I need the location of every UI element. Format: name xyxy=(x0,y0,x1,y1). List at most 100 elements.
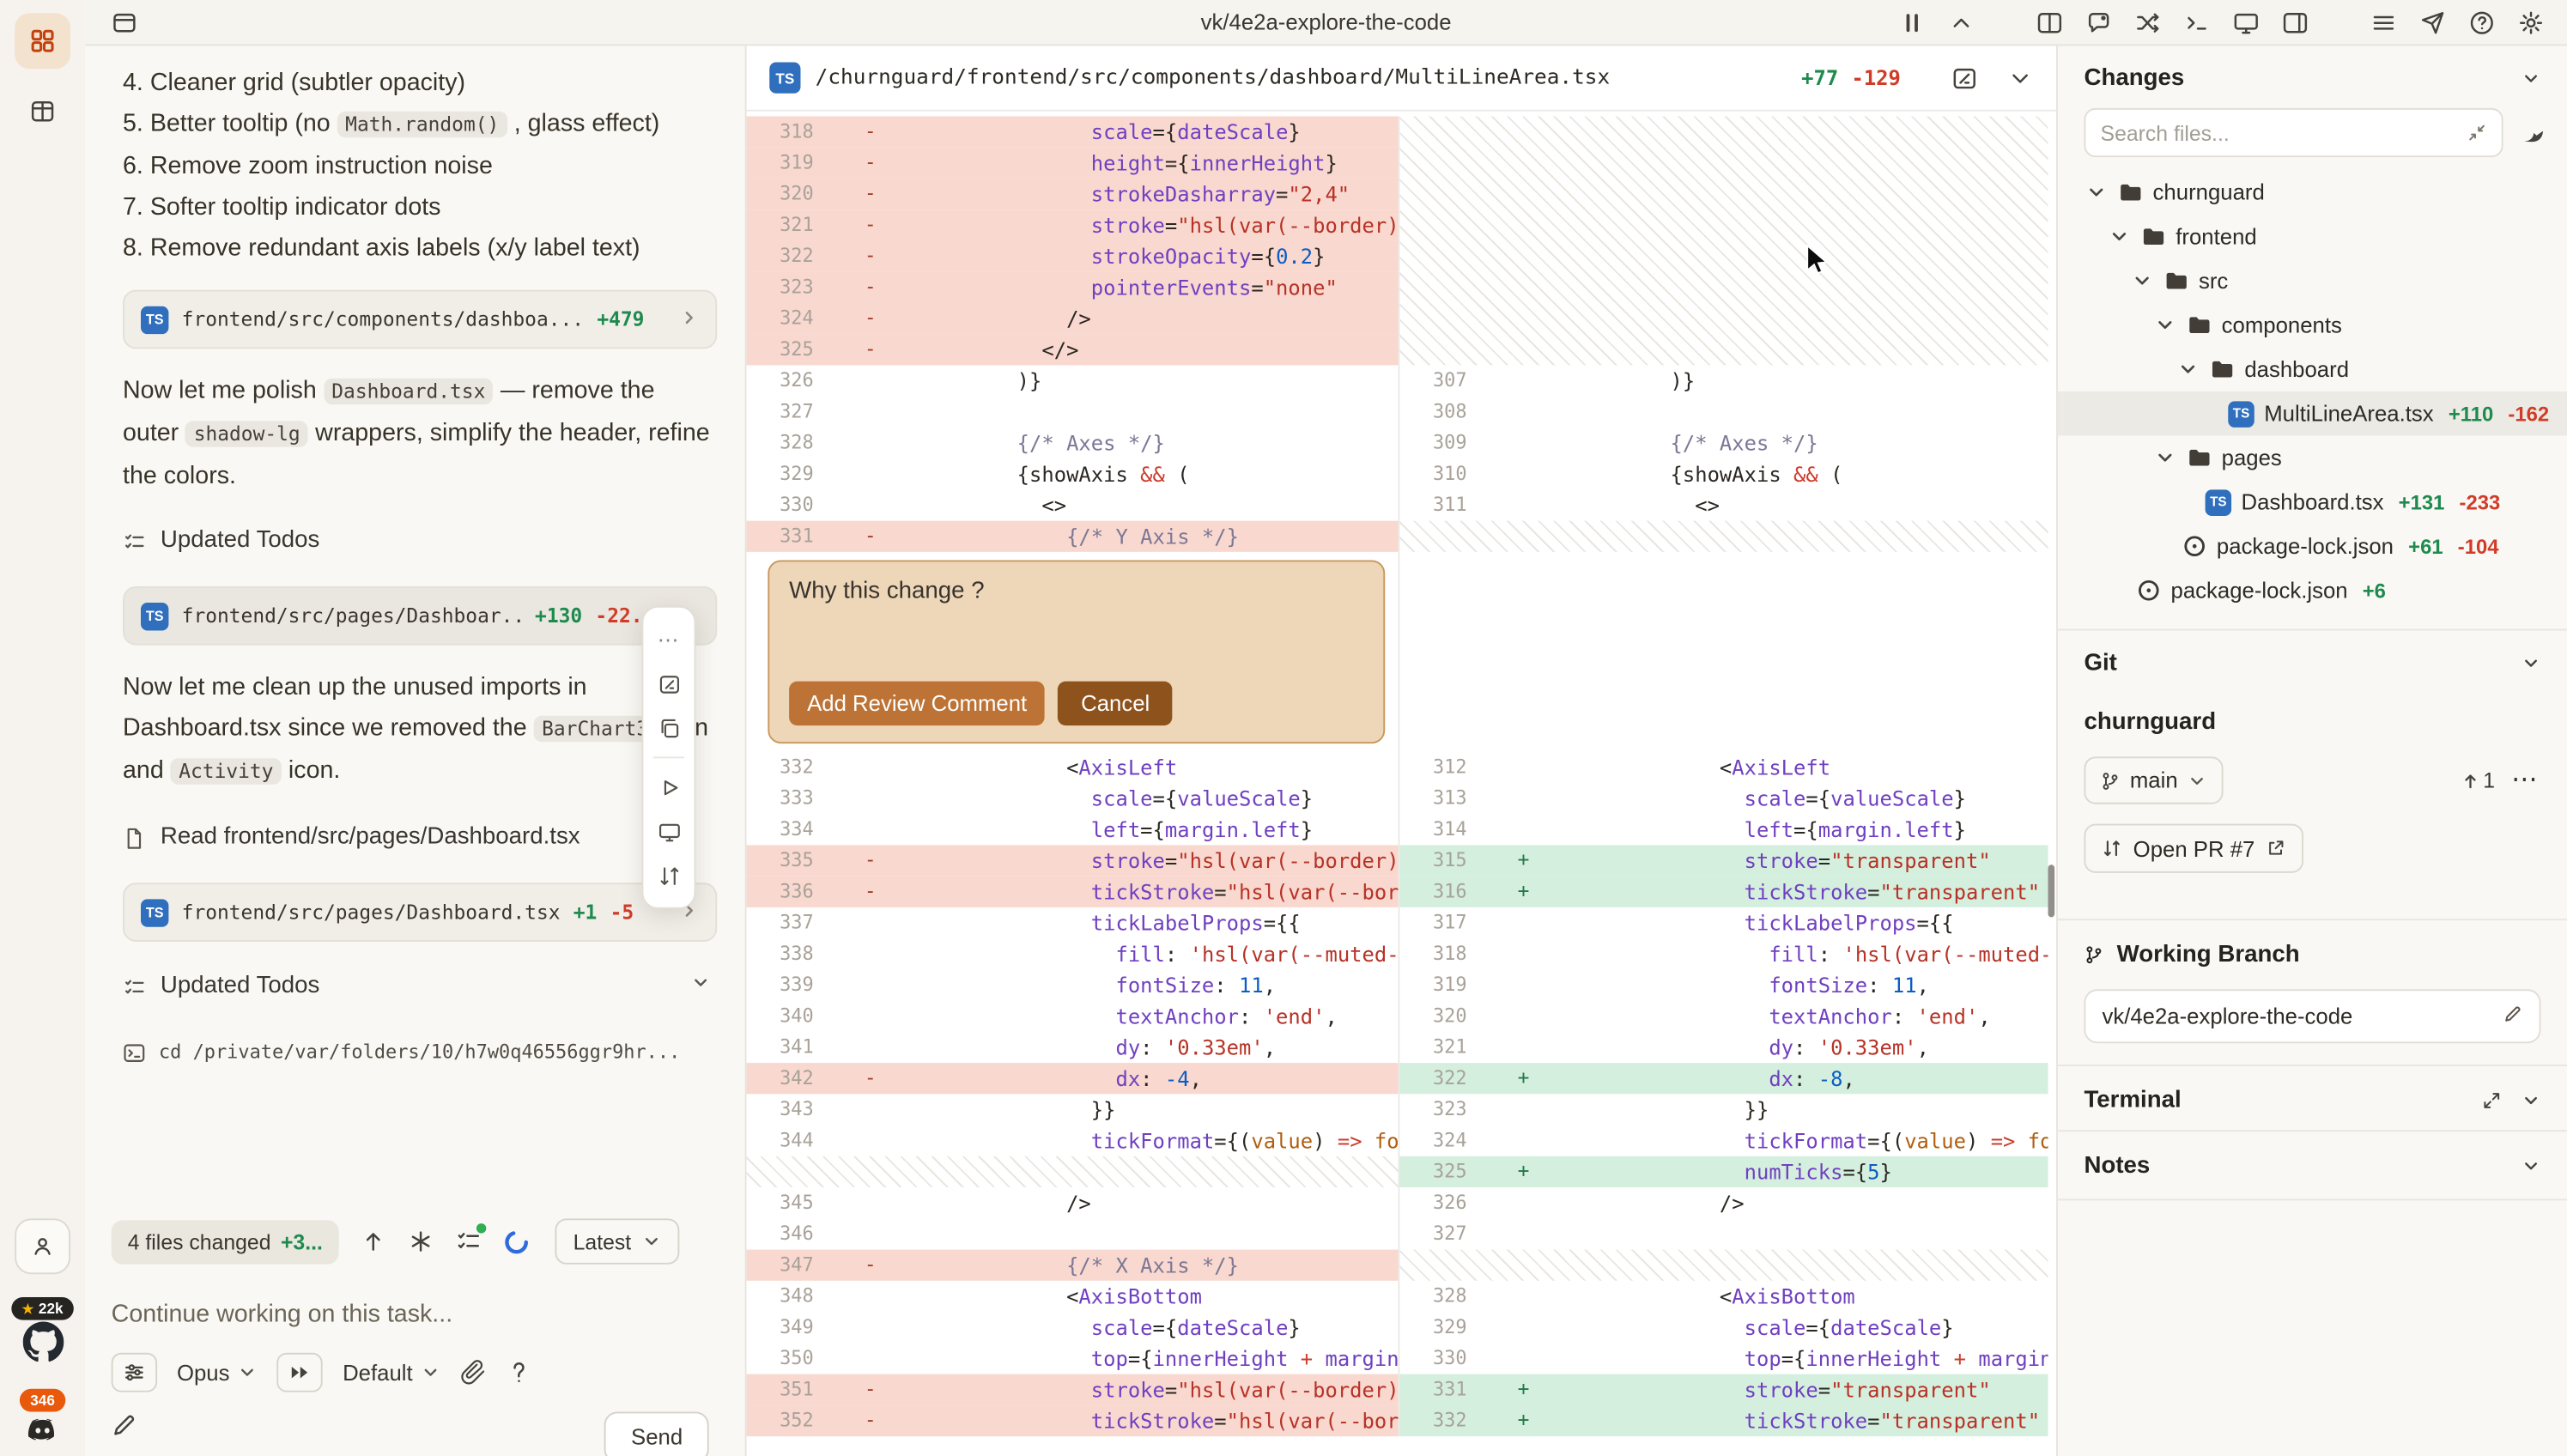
menu-icon[interactable] xyxy=(2370,9,2397,35)
line-number[interactable]: 321 xyxy=(1399,1032,1481,1063)
line-number[interactable]: 313 xyxy=(1399,783,1481,814)
todo-row[interactable]: Updated Todos xyxy=(123,967,717,1008)
tree-folder[interactable]: components xyxy=(2058,303,2567,348)
message-input[interactable] xyxy=(112,1301,719,1328)
line-number[interactable]: 310 xyxy=(1399,458,1481,489)
line-number[interactable]: 312 xyxy=(1399,752,1481,783)
line-number[interactable]: 314 xyxy=(1399,814,1481,845)
help-icon[interactable] xyxy=(2469,9,2496,35)
line-number[interactable]: 319 xyxy=(747,148,828,179)
line-number[interactable]: 329 xyxy=(747,458,828,489)
tree-file[interactable]: TSDashboard.tsx+131-233 xyxy=(2058,480,2567,525)
asterisk-icon[interactable] xyxy=(408,1228,434,1255)
line-number[interactable]: 322 xyxy=(1399,1063,1481,1094)
line-number[interactable]: 328 xyxy=(1399,1281,1481,1312)
line-number[interactable]: 324 xyxy=(1399,1125,1481,1156)
line-number[interactable]: 333 xyxy=(747,783,828,814)
chevron-down-icon[interactable] xyxy=(691,967,711,1008)
line-number[interactable]: 335 xyxy=(747,845,828,876)
pause-icon[interactable] xyxy=(1899,9,1926,35)
line-number[interactable]: 330 xyxy=(1399,1343,1481,1374)
line-number[interactable]: 321 xyxy=(747,209,828,240)
line-number[interactable]: 307 xyxy=(1399,365,1481,396)
workspace-icon[interactable] xyxy=(15,13,70,69)
add-review-comment-button[interactable]: Add Review Comment xyxy=(789,682,1045,726)
pen-icon[interactable] xyxy=(112,1411,138,1438)
file-change-card[interactable]: TS frontend/src/pages/Dashboard.tsx +1 -… xyxy=(123,883,717,942)
annotate-icon[interactable] xyxy=(643,662,694,707)
display-icon[interactable] xyxy=(2233,9,2260,35)
line-number[interactable]: 337 xyxy=(747,907,828,938)
chevron-down-icon[interactable] xyxy=(2007,64,2034,91)
tree-file[interactable]: package-lock.json+6 xyxy=(2058,568,2567,613)
layout-columns-icon[interactable] xyxy=(2036,9,2063,35)
line-number[interactable]: 349 xyxy=(747,1312,828,1343)
line-number[interactable]: 309 xyxy=(1399,428,1481,458)
line-number[interactable]: 327 xyxy=(747,397,828,428)
line-number[interactable]: 344 xyxy=(747,1125,828,1156)
up-arrow-icon[interactable] xyxy=(361,1228,387,1255)
github-icon[interactable] xyxy=(22,1322,64,1363)
more-icon[interactable]: ⋯ xyxy=(643,617,694,662)
preset-dropdown[interactable]: Default xyxy=(343,1360,440,1385)
notes-section-header[interactable]: Notes xyxy=(2058,1130,2567,1200)
annotate-icon[interactable] xyxy=(1951,64,1978,91)
discord-icon[interactable] xyxy=(23,1413,63,1446)
chevron-up-icon[interactable] xyxy=(1948,9,1975,35)
line-number[interactable]: 323 xyxy=(747,272,828,303)
line-number[interactable]: 325 xyxy=(747,334,828,365)
read-file-row[interactable]: Read frontend/src/pages/Dashboard.tsx xyxy=(123,817,717,858)
open-pr-button[interactable]: Open PR #7 xyxy=(2084,824,2303,873)
line-number[interactable]: 318 xyxy=(747,116,828,147)
todo-row[interactable]: Updated Todos xyxy=(123,521,717,562)
line-number[interactable]: 308 xyxy=(1399,397,1481,428)
branch-dropdown[interactable]: main xyxy=(2084,756,2224,804)
line-number[interactable]: 342 xyxy=(747,1063,828,1094)
swap-icon[interactable] xyxy=(643,853,694,898)
tree-file[interactable]: TSMultiLineArea.tsx+110-162 xyxy=(2058,391,2567,436)
line-number[interactable]: 334 xyxy=(747,814,828,845)
line-number[interactable]: 352 xyxy=(747,1405,828,1436)
collapse-icon[interactable] xyxy=(2467,123,2487,143)
line-number[interactable]: 320 xyxy=(1399,1001,1481,1032)
line-number[interactable]: 347 xyxy=(747,1250,828,1281)
line-number[interactable]: 331 xyxy=(1399,1374,1481,1405)
window-layout-icon[interactable] xyxy=(112,9,138,35)
model-dropdown[interactable]: Opus xyxy=(177,1360,258,1385)
todo-status-icon[interactable] xyxy=(455,1228,482,1255)
line-number[interactable]: 348 xyxy=(747,1281,828,1312)
line-number[interactable]: 330 xyxy=(747,489,828,520)
scrollbar-thumb[interactable] xyxy=(2048,864,2055,917)
chevron-down-icon[interactable] xyxy=(2521,69,2541,88)
line-number[interactable]: 350 xyxy=(747,1343,828,1374)
copy-icon[interactable] xyxy=(643,706,694,750)
working-branch-field[interactable]: vk/4e2a-explore-the-code xyxy=(2084,989,2540,1043)
line-number[interactable]: 317 xyxy=(1399,907,1481,938)
sliders-icon[interactable] xyxy=(112,1353,157,1392)
chevron-down-icon[interactable] xyxy=(2521,1156,2541,1176)
git-section-header[interactable]: Git xyxy=(2058,629,2567,690)
account-icon[interactable] xyxy=(15,1218,70,1274)
line-number[interactable]: 324 xyxy=(747,303,828,334)
cancel-button[interactable]: Cancel xyxy=(1058,682,1173,726)
line-number[interactable]: 332 xyxy=(1399,1405,1481,1436)
line-number[interactable]: 316 xyxy=(1399,877,1481,907)
pointer-icon[interactable] xyxy=(2419,9,2446,35)
line-number[interactable]: 325 xyxy=(1399,1156,1481,1187)
play-icon[interactable] xyxy=(643,765,694,810)
file-change-card[interactable]: TS frontend/src/components/dashboa... +4… xyxy=(123,290,717,349)
review-comment-box[interactable]: Why this change ? Add Review Comment Cance… xyxy=(768,560,1385,743)
pencil-icon[interactable] xyxy=(2503,1004,2523,1023)
tree-folder[interactable]: dashboard xyxy=(2058,347,2567,391)
terminal-section-header[interactable]: Terminal xyxy=(2058,1065,2567,1126)
files-changed-pill[interactable]: 4 files changed +3... xyxy=(112,1219,339,1264)
hook-icon[interactable] xyxy=(506,1359,532,1386)
terminal-icon[interactable] xyxy=(2184,9,2211,35)
tree-file[interactable]: package-lock.json+61-104 xyxy=(2058,524,2567,568)
line-number[interactable]: 346 xyxy=(747,1218,828,1249)
line-number[interactable]: 323 xyxy=(1399,1094,1481,1125)
line-number[interactable]: 320 xyxy=(747,179,828,209)
line-number[interactable]: 331 xyxy=(747,521,828,552)
comment-input[interactable]: Why this change ? xyxy=(789,578,1363,604)
tree-folder[interactable]: src xyxy=(2058,258,2567,303)
